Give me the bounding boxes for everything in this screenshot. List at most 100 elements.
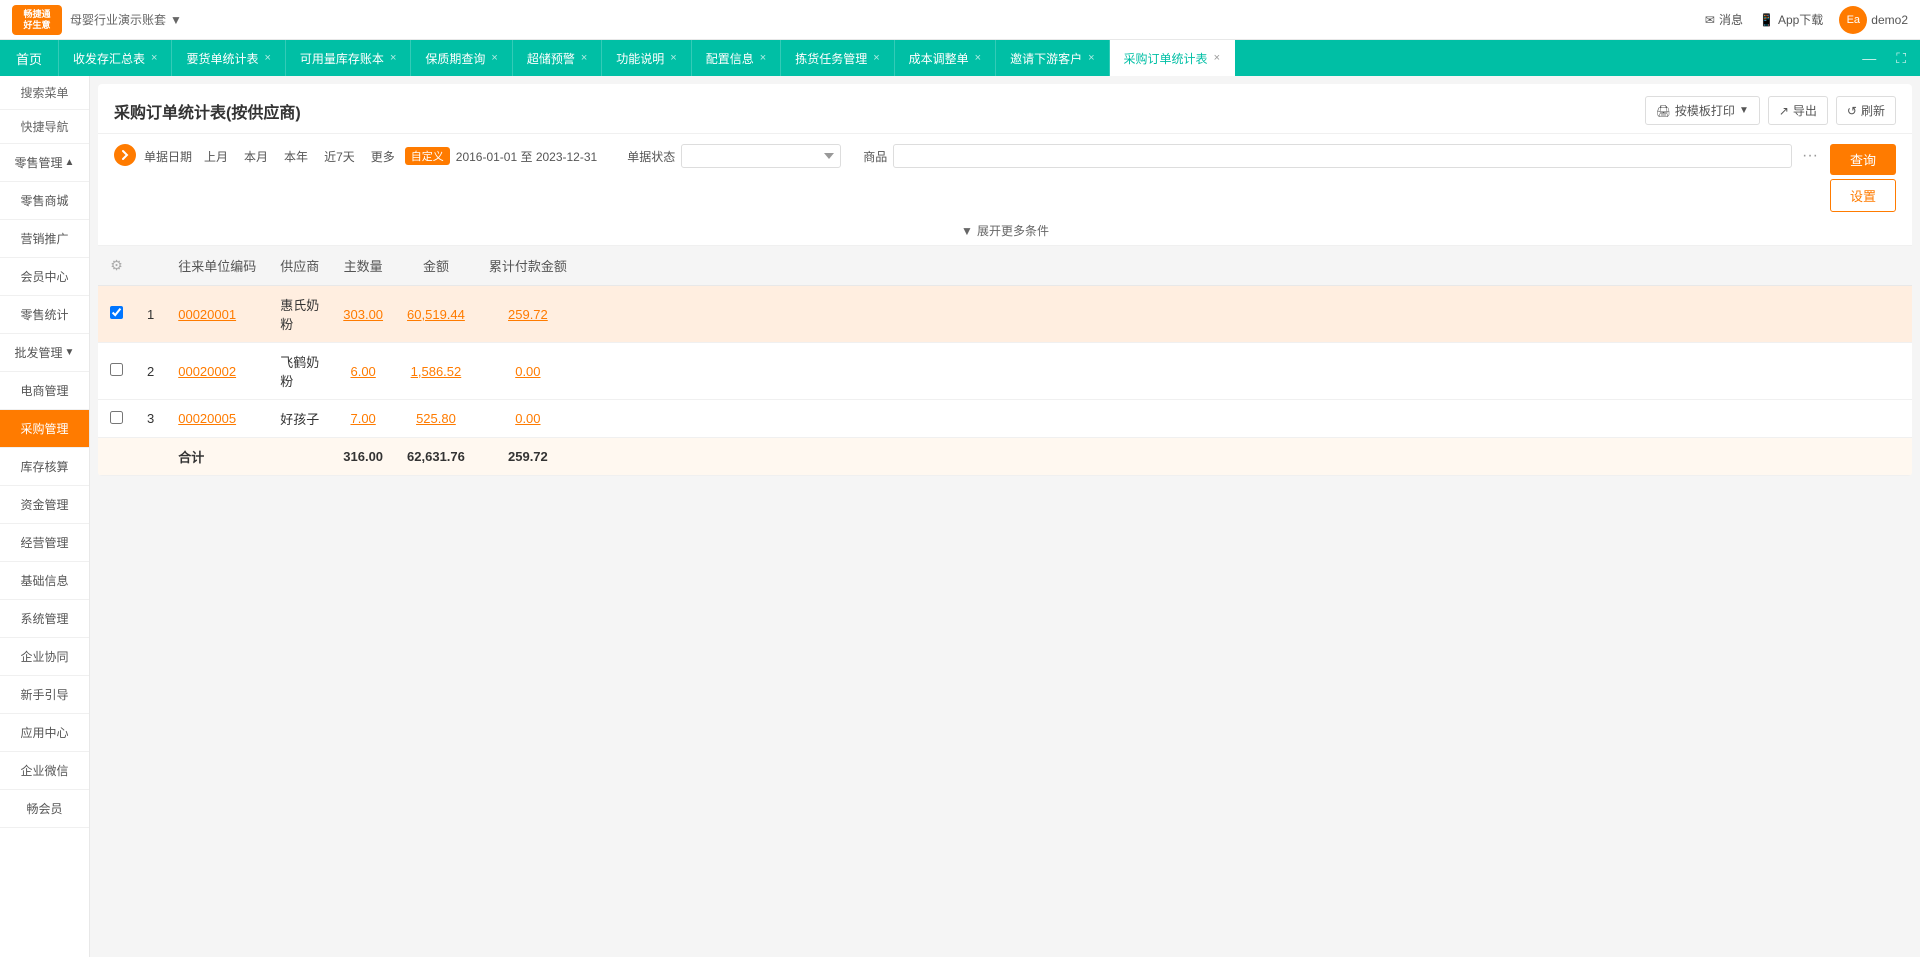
tab-chengben-close[interactable]: × bbox=[975, 52, 981, 64]
row-paid-2[interactable]: 0.00 bbox=[477, 400, 579, 438]
tab-chucao[interactable]: 超储预警 × bbox=[513, 40, 602, 76]
workspace-label: 母婴行业演示账套 bbox=[70, 11, 166, 28]
table-row[interactable]: 1 00020001 惠氏奶粉 303.00 60,519.44 259.72 bbox=[98, 286, 1912, 343]
app-download-button[interactable]: 📱 App下载 bbox=[1759, 11, 1823, 28]
table-row[interactable]: 3 00020005 好孩子 7.00 525.80 0.00 bbox=[98, 400, 1912, 438]
tab-kuyun-label: 可用量库存账本 bbox=[300, 50, 384, 67]
row-qty-1[interactable]: 6.00 bbox=[331, 343, 395, 400]
sidebar-item-finance[interactable]: 资金管理 bbox=[0, 486, 89, 524]
tab-home[interactable]: 首页 bbox=[0, 40, 59, 76]
summary-label: 合计 bbox=[166, 438, 331, 476]
row-paid-1[interactable]: 0.00 bbox=[477, 343, 579, 400]
row-code-1[interactable]: 00020002 bbox=[166, 343, 268, 400]
row-qty-2[interactable]: 7.00 bbox=[331, 400, 395, 438]
tab-shoffa-close[interactable]: × bbox=[151, 52, 157, 64]
filter-date-line: 单据日期 上月 本月 本年 近7天 更多 自定义 2016-01-01 至 20… bbox=[144, 144, 1822, 168]
row-paid-0[interactable]: 259.72 bbox=[477, 286, 579, 343]
sidebar-item-retail[interactable]: 零售管理 ▲ bbox=[0, 144, 89, 182]
row-checkbox-0[interactable] bbox=[98, 286, 135, 343]
more-dots-icon[interactable]: ··· bbox=[1798, 147, 1822, 165]
tab-chengben[interactable]: 成本调整单 × bbox=[895, 40, 996, 76]
sidebar-item-system[interactable]: 系统管理 bbox=[0, 600, 89, 638]
expand-more-button[interactable]: ▼ 展开更多条件 bbox=[961, 222, 1049, 239]
goods-input[interactable] bbox=[893, 144, 1792, 168]
settings-button[interactable]: 设置 bbox=[1830, 179, 1896, 212]
sidebar-item-retail-stat[interactable]: 零售统计 bbox=[0, 296, 89, 334]
top-bar-right: ✉ 消息 📱 App下载 Ea demo2 bbox=[1705, 6, 1908, 34]
tab-baoxian[interactable]: 保质期查询 × bbox=[411, 40, 512, 76]
row-code-2[interactable]: 00020005 bbox=[166, 400, 268, 438]
tab-peizhi-close[interactable]: × bbox=[760, 52, 766, 64]
refresh-button[interactable]: ↺ 刷新 bbox=[1836, 96, 1896, 125]
tab-peizhi[interactable]: 配置信息 × bbox=[692, 40, 781, 76]
row-qty-0[interactable]: 303.00 bbox=[331, 286, 395, 343]
sidebar-shortcut[interactable]: 快捷导航 bbox=[0, 110, 89, 144]
tab-yaohuo[interactable]: 要货单统计表 × bbox=[172, 40, 285, 76]
message-button[interactable]: ✉ 消息 bbox=[1705, 11, 1743, 28]
row-no-1: 2 bbox=[135, 343, 166, 400]
tab-yaohuo-close[interactable]: × bbox=[264, 52, 270, 64]
date-btn-7days[interactable]: 近7天 bbox=[318, 146, 361, 167]
date-btn-last-month[interactable]: 上月 bbox=[198, 146, 234, 167]
column-settings-icon[interactable]: ⚙ bbox=[110, 257, 123, 273]
sidebar-item-operations[interactable]: 经营管理 bbox=[0, 524, 89, 562]
sidebar-item-member[interactable]: 会员中心 bbox=[0, 258, 89, 296]
row-amount-1[interactable]: 1,586.52 bbox=[395, 343, 477, 400]
sidebar-item-wholesale[interactable]: 批发管理 ▼ bbox=[0, 334, 89, 372]
sidebar-item-vip[interactable]: 畅会员 bbox=[0, 790, 89, 828]
row-checkbox-2[interactable] bbox=[98, 400, 135, 438]
tab-gongneng[interactable]: 功能说明 × bbox=[602, 40, 691, 76]
sidebar-item-enterprise[interactable]: 企业协同 bbox=[0, 638, 89, 676]
tab-shoffa[interactable]: 收发存汇总表 × bbox=[59, 40, 172, 76]
sidebar-item-basic[interactable]: 基础信息 bbox=[0, 562, 89, 600]
sidebar-item-ecommerce[interactable]: 电商管理 bbox=[0, 372, 89, 410]
sidebar-item-retail-mall[interactable]: 零售商城 bbox=[0, 182, 89, 220]
tab-yaoqing-close[interactable]: × bbox=[1088, 52, 1094, 64]
custom-date-badge[interactable]: 自定义 bbox=[405, 147, 450, 165]
workspace-selector[interactable]: 母婴行业演示账套 ▼ bbox=[70, 11, 182, 28]
app-logo: 畅捷通好生意 bbox=[12, 5, 62, 35]
tab-gongneng-close[interactable]: × bbox=[670, 52, 676, 64]
status-select[interactable] bbox=[681, 144, 841, 168]
tab-yaoqing[interactable]: 邀请下游客户 × bbox=[996, 40, 1109, 76]
date-shortcuts: 上月 本月 本年 近7天 更多 自定义 bbox=[198, 146, 450, 167]
sidebar-item-appcenter[interactable]: 应用中心 bbox=[0, 714, 89, 752]
date-btn-more[interactable]: 更多 bbox=[365, 146, 401, 167]
tab-baoxian-close[interactable]: × bbox=[491, 52, 497, 64]
chevron-right-icon bbox=[119, 149, 131, 161]
nav-minimize-button[interactable]: — bbox=[1856, 48, 1882, 68]
sidebar-item-corpwechat[interactable]: 企业微信 bbox=[0, 752, 89, 790]
row-amount-2[interactable]: 525.80 bbox=[395, 400, 477, 438]
sidebar-item-inventory[interactable]: 库存核算 bbox=[0, 448, 89, 486]
query-button[interactable]: 查询 bbox=[1830, 144, 1896, 175]
tab-kuyun[interactable]: 可用量库存账本 × bbox=[286, 40, 411, 76]
sidebar-item-newguide[interactable]: 新手引导 bbox=[0, 676, 89, 714]
print-button[interactable]: 🖨 按模板打印 ▼ bbox=[1645, 96, 1760, 125]
tab-tuohuo[interactable]: 拣货任务管理 × bbox=[781, 40, 894, 76]
nav-maximize-button[interactable]: ⛶ bbox=[1890, 48, 1912, 69]
row-checkbox-1[interactable] bbox=[98, 343, 135, 400]
row-amount-0[interactable]: 60,519.44 bbox=[395, 286, 477, 343]
tab-tuohuo-close[interactable]: × bbox=[873, 52, 879, 64]
top-bar-left: 畅捷通好生意 母婴行业演示账套 ▼ bbox=[12, 5, 182, 35]
user-avatar: Ea bbox=[1839, 6, 1867, 34]
tab-kuyun-close[interactable]: × bbox=[390, 52, 396, 64]
tab-gongneng-label: 功能说明 bbox=[616, 50, 664, 67]
tab-caigou[interactable]: 采购订单统计表 × bbox=[1110, 40, 1235, 76]
date-btn-this-month[interactable]: 本月 bbox=[238, 146, 274, 167]
export-button[interactable]: ↗ 导出 bbox=[1768, 96, 1828, 125]
row-code-0[interactable]: 00020001 bbox=[166, 286, 268, 343]
row-supplier-0: 惠氏奶粉 bbox=[268, 286, 331, 343]
tab-chucao-close[interactable]: × bbox=[581, 52, 587, 64]
sidebar-search[interactable]: 搜索菜单 bbox=[0, 76, 89, 110]
sidebar-item-purchase[interactable]: 采购管理 bbox=[0, 410, 89, 448]
date-btn-this-year[interactable]: 本年 bbox=[278, 146, 314, 167]
row-extra-2 bbox=[579, 400, 1912, 438]
table-row[interactable]: 2 00020002 飞鹤奶粉 6.00 1,586.52 0.00 bbox=[98, 343, 1912, 400]
page-actions: 🖨 按模板打印 ▼ ↗ 导出 ↺ 刷新 bbox=[1645, 96, 1896, 125]
tab-caigou-close[interactable]: × bbox=[1214, 52, 1220, 64]
filter-toggle-arrow[interactable] bbox=[114, 144, 136, 166]
message-icon: ✉ bbox=[1705, 13, 1715, 27]
user-profile[interactable]: Ea demo2 bbox=[1839, 6, 1908, 34]
sidebar-item-marketing[interactable]: 营销推广 bbox=[0, 220, 89, 258]
